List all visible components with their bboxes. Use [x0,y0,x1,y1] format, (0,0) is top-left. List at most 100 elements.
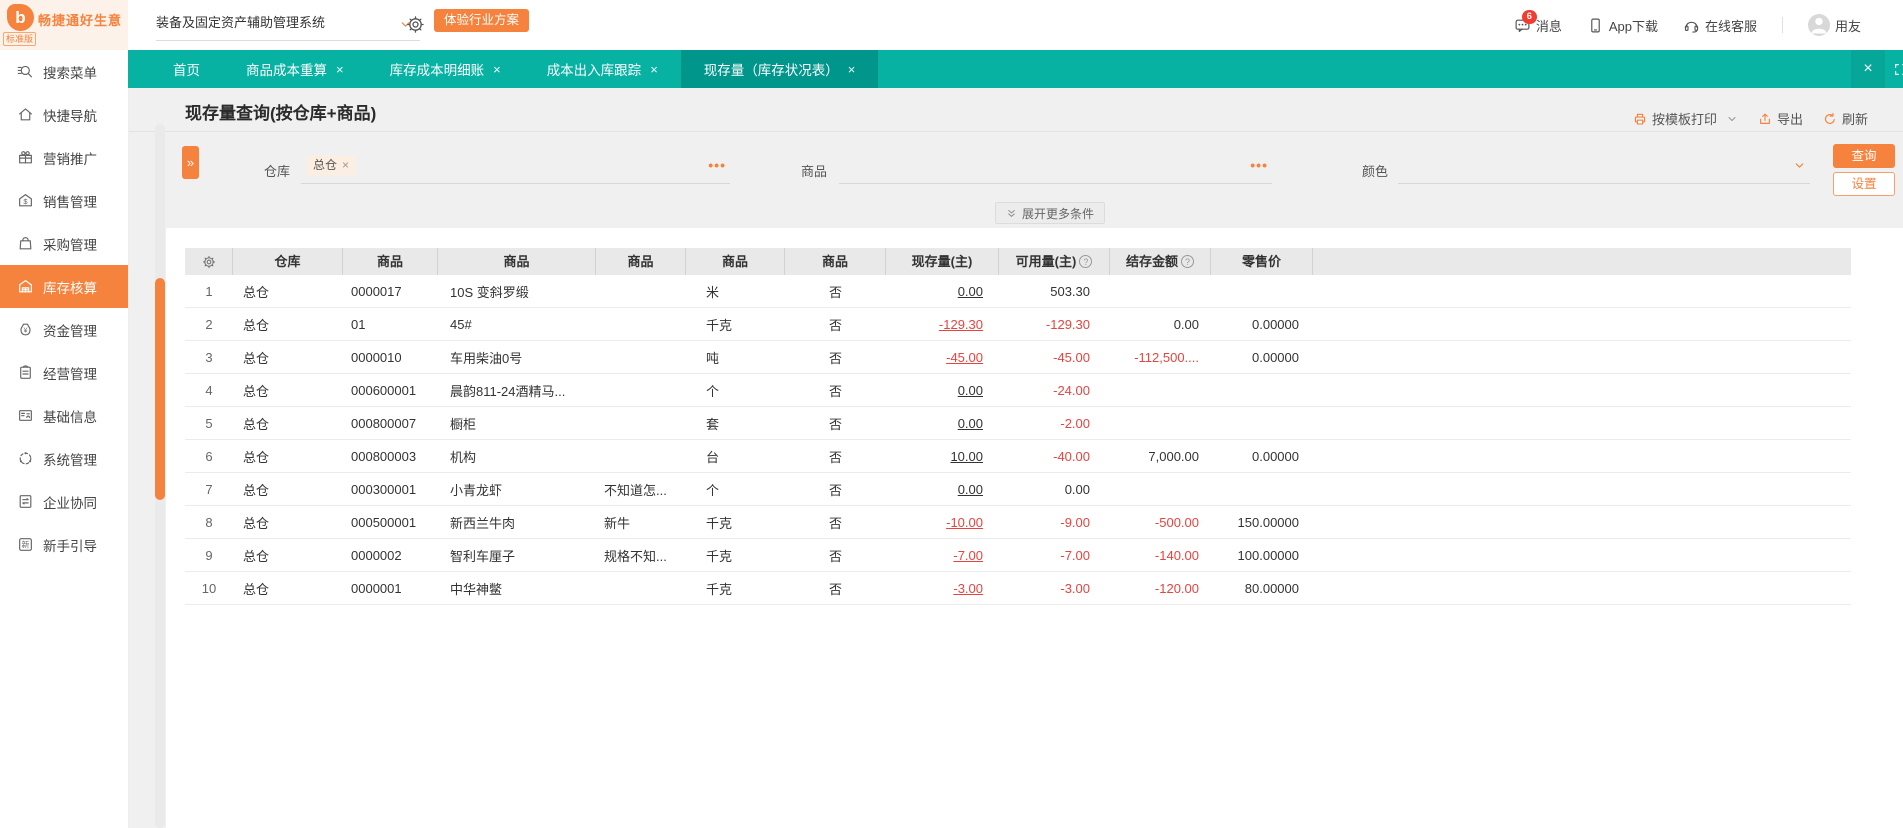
close-tab-button[interactable]: × [1851,50,1885,88]
goods-picker-icon[interactable]: ••• [1250,158,1268,172]
cell-value: 80.00000 [1244,580,1299,596]
svg-text:¥: ¥ [24,327,28,334]
cell-code: 0000017 [343,284,438,299]
table-row[interactable]: 5 总仓 000800007 橱柜 套 否 0.00 -2.00 [185,407,1851,440]
close-icon[interactable]: × [336,62,344,77]
collapse-filter-button[interactable]: » [182,146,199,179]
tab-首页[interactable]: 首页 [150,50,223,88]
cell-value[interactable]: 0.00 [958,383,983,398]
tab-库存成本明细账[interactable]: 库存成本明细账 × [367,50,524,88]
cell-value: 01 [351,316,366,332]
settings-button[interactable]: 设置 [1833,172,1895,196]
cell-qty[interactable]: 0.00 [886,383,999,398]
cell-qty[interactable]: -129.30 [886,317,999,332]
table-row[interactable]: 7 总仓 000300001 小青龙虾 不知道怎... 个 否 0.00 0.00 [185,473,1851,506]
cell-no: 5 [185,416,233,431]
help-icon[interactable]: ? [1079,255,1093,268]
printer-icon [1633,112,1647,126]
cell-qty[interactable]: -3.00 [886,581,999,596]
cell-qty[interactable]: 0.00 [886,482,999,497]
tab-成本出入库跟踪[interactable]: 成本出入库跟踪 × [524,50,681,88]
help-icon[interactable]: ? [1181,255,1194,268]
expand-more-conditions[interactable]: 展开更多条件 [995,202,1106,224]
sidebar-item-inventory-accounting[interactable]: 库存核算 [0,265,128,308]
cell-value[interactable]: -7.00 [953,548,983,563]
remove-tag-icon[interactable]: × [342,156,349,175]
fullscreen-icon[interactable] [1885,50,1903,88]
cell-qty[interactable]: 0.00 [886,284,999,299]
table-row[interactable]: 9 总仓 0000002 智利车厘子 规格不知... 千克 否 -7.00 -7.00 -140.… [185,539,1851,572]
sidebar-item-purchase[interactable]: 采购管理 [0,222,128,265]
sidebar-item-label: 经营管理 [43,366,97,382]
table-row[interactable]: 2 总仓 01 45# 千克 否 -129.30 -129.30 0.00 0.00000 [185,308,1851,341]
cell-value: 小青龙虾 [450,482,503,498]
sidebar-item-quick-nav[interactable]: 快捷导航 [0,93,128,136]
cell-value[interactable]: -129.30 [939,317,983,332]
sidebar-item-funds[interactable]: ¥ 资金管理 [0,308,128,351]
sidebar-item-search-menu[interactable]: 搜索菜单 [0,50,128,93]
cell-qty[interactable]: -45.00 [886,350,999,365]
header-nav-online-service[interactable]: 在线客服 [1683,16,1757,35]
gear-icon[interactable] [406,15,425,34]
cell-value: 0000010 [351,349,402,365]
cell-qty[interactable]: -10.00 [886,515,999,530]
system-select[interactable]: 装备及固定资产辅助管理系统 [156,8,420,41]
sidebar-item-newbie-guide[interactable]: 新 新手引导 [0,523,128,566]
chevron-down-icon[interactable] [1793,159,1806,172]
cell-value[interactable]: 0.00 [958,284,983,299]
header-nav-messages[interactable]: 6 消息 [1514,9,1562,35]
header-nav-app-download[interactable]: App下载 [1587,16,1658,35]
color-filter-label: 颜色 [1362,164,1389,179]
sidebar-item-base-info[interactable]: 基础信息 [0,394,128,437]
table-row[interactable]: 4 总仓 000600001 晨韵811-24酒精马... 个 否 0.00 -24.00 [185,374,1851,407]
cell-value: 米 [706,284,720,300]
table-row[interactable]: 3 总仓 0000010 车用柴油0号 吨 否 -45.00 -45.00 -112,500..… [185,341,1851,374]
table-row[interactable]: 10 总仓 0000001 中华神鳖 千克 否 -3.00 -3.00 -120.00 80.00… [185,572,1851,605]
toolbar-export[interactable]: 导出 [1758,109,1803,128]
query-button[interactable]: 查询 [1833,144,1895,168]
cell-value[interactable]: -45.00 [946,350,983,365]
cell-value: 150.00000 [1237,514,1299,530]
cell-value[interactable]: 0.00 [958,416,983,431]
toolbar-print-by-template[interactable]: 按模板打印 [1633,109,1738,128]
sidebar-item-marketing[interactable]: 营销推广 [0,136,128,179]
tab-商品成本重算[interactable]: 商品成本重算 × [223,50,367,88]
cell-value[interactable]: -10.00 [946,515,983,530]
sidebar-item-operation[interactable]: 经营管理 [0,351,128,394]
cell-value[interactable]: -3.00 [953,581,983,596]
warehouse-picker-icon[interactable]: ••• [708,158,726,172]
sidebar: 搜索菜单 快捷导航 营销推广 $ 销售管理 采购管理 库存核算 ¥ 资金管理经营管理基础信息 系统… [0,50,129,828]
trial-solution-button[interactable]: 体验行业方案 [434,9,530,32]
table-row[interactable]: 1 总仓 0000017 10S 变斜罗缎 米 否 0.00 503.30 [185,275,1851,308]
toolbar-refresh[interactable]: 刷新 [1823,109,1868,128]
vertical-scrollbar-track[interactable] [155,124,165,828]
close-icon[interactable]: × [493,62,501,77]
gear-icon[interactable] [202,255,216,269]
cell-value[interactable]: 0.00 [958,482,983,497]
color-filter-select[interactable] [1398,148,1810,184]
close-icon[interactable]: × [650,62,658,77]
column-settings-gear[interactable] [185,248,233,275]
cell-qty[interactable]: 10.00 [886,449,999,464]
cell-no: 2 [185,317,233,332]
tab-现存量（库存状况表）[interactable]: 现存量（库存状况表） × [680,50,879,88]
vertical-scrollbar-thumb[interactable] [155,278,165,500]
sidebar-item-system-mgmt[interactable]: 系统管理 [0,437,128,480]
cell-qty[interactable]: -7.00 [886,548,999,563]
goods-filter-input[interactable]: ••• [839,148,1272,184]
cell-value: 000800007 [351,415,417,431]
table-row[interactable]: 8 总仓 000500001 新西兰牛肉 新牛 千克 否 -10.00 -9.00 -500.00… [185,506,1851,539]
cell-spec: 新牛 [596,513,686,532]
close-icon[interactable]: × [848,62,856,77]
warehouse-filter-input[interactable]: 总仓 × ••• [301,148,730,184]
sidebar-item-enterprise-collab[interactable]: 企业协同 [0,480,128,523]
table-row[interactable]: 6 总仓 000800003 机构 台 否 10.00 -40.00 7,000.00 0.000… [185,440,1851,473]
column-header-warehouse: 仓库 [233,248,343,275]
cell-qty[interactable]: 0.00 [886,416,999,431]
header-nav-user[interactable]: 用友 [1807,14,1861,36]
cell-value: 000800003 [351,448,417,464]
cell-value[interactable]: 10.00 [950,449,983,464]
sidebar-item-sales[interactable]: $ 销售管理 [0,179,128,222]
cell-value: 车用柴油0号 [450,350,523,366]
chevron-down-icon[interactable] [1726,113,1738,125]
